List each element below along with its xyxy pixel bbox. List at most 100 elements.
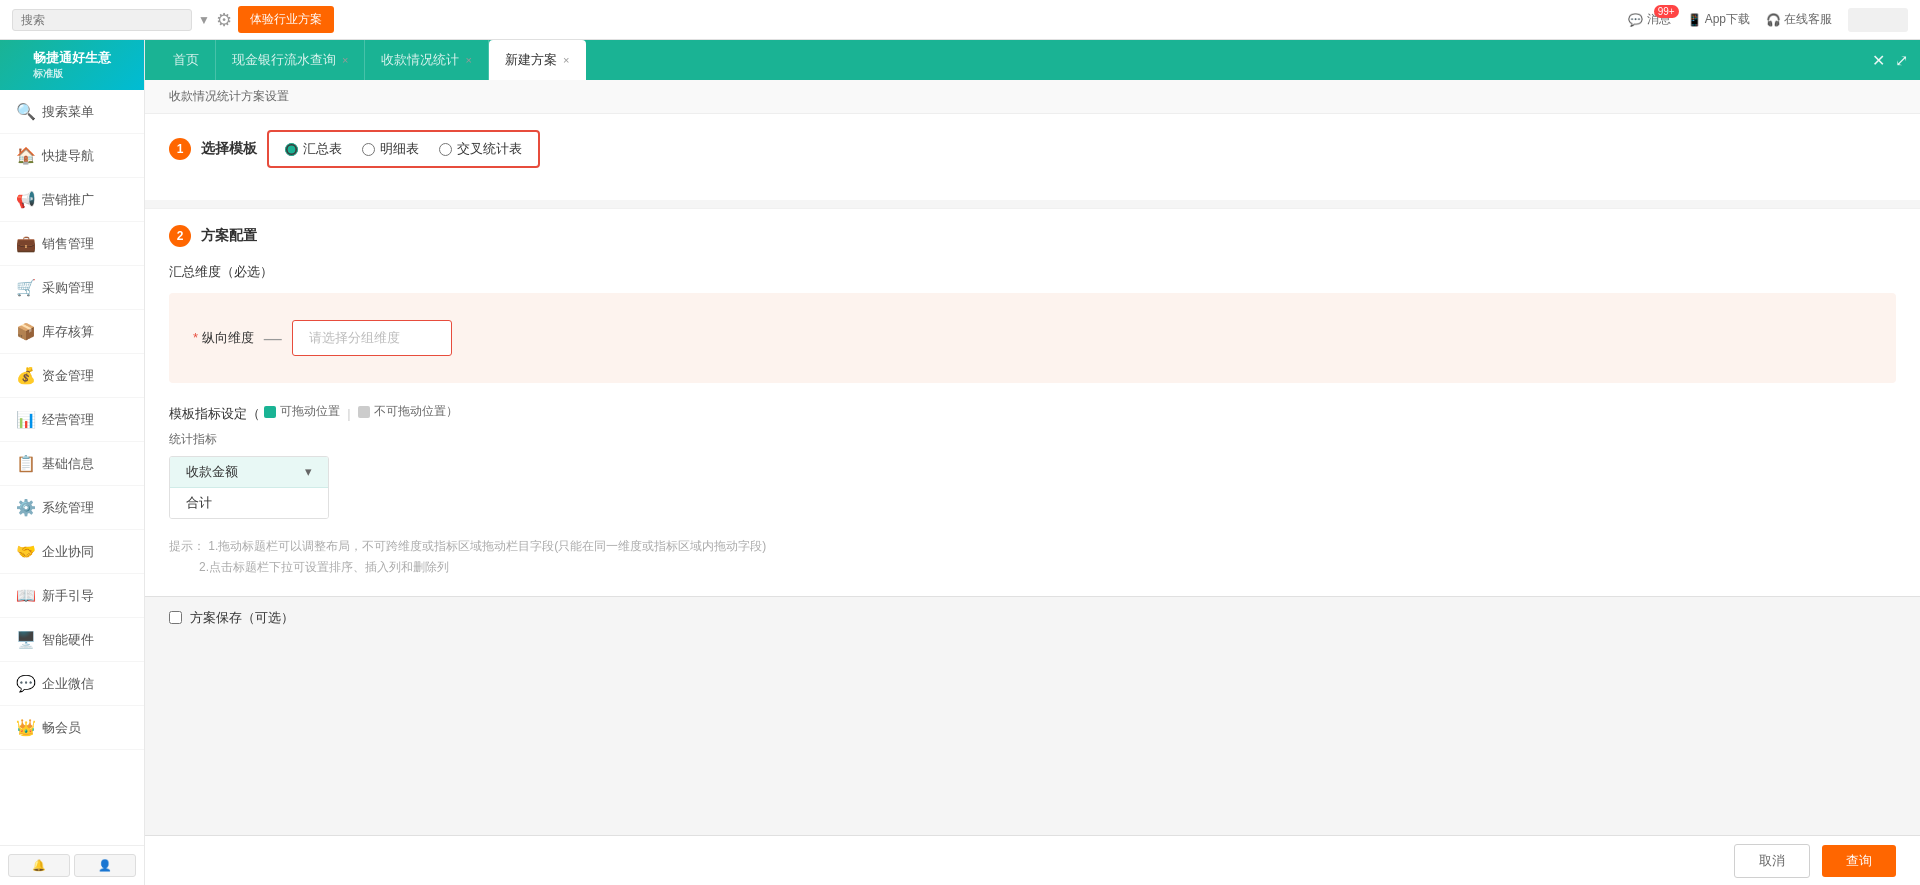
sidebar-item-marketing[interactable]: 📢 营销推广	[0, 178, 144, 222]
top-header: ▼ ⚙ 体验行业方案 💬 消息 99+ 📱 App下载 🎧 在线客服	[0, 0, 1920, 40]
radio-summary-input[interactable]	[285, 143, 298, 156]
tip1-text: 1.拖动标题栏可以调整布局，不可跨维度或指标区域拖动栏目字段(只能在同一维度或指…	[208, 539, 766, 553]
draggable-label: 可拖动位置	[280, 403, 340, 420]
step2-number: 2	[169, 225, 191, 247]
sidebar-item-enterprise[interactable]: 🤝 企业协同	[0, 530, 144, 574]
stats-dropdown-icon[interactable]: ▾	[305, 464, 312, 479]
enterprise-icon: 🤝	[16, 542, 34, 561]
sidebar-item-finance[interactable]: 💰 资金管理	[0, 354, 144, 398]
search-input[interactable]	[12, 9, 192, 31]
sidebar-item-wechat[interactable]: 💬 企业微信	[0, 662, 144, 706]
tip2: 2.点击标题栏下拉可设置排序、插入列和删除列	[169, 559, 1896, 576]
tab-new-plan-close[interactable]: ×	[563, 54, 569, 66]
query-button[interactable]: 查询	[1822, 845, 1896, 877]
purchase-icon: 🛒	[16, 278, 34, 297]
tip-prefix: 提示： 1.拖动标题栏可以调整布局，不可跨维度或指标区域拖动栏目字段(只能在同一…	[169, 538, 1896, 555]
sidebar-item-management[interactable]: 📊 经营管理	[0, 398, 144, 442]
app-download-link[interactable]: 📱 App下载	[1687, 11, 1750, 28]
tab-collection-stats[interactable]: 收款情况统计 ×	[365, 40, 488, 80]
dimension-select-placeholder: 请选择分组维度	[309, 330, 400, 345]
radio-cross-input[interactable]	[439, 143, 452, 156]
inventory-icon: 📦	[16, 322, 34, 341]
dimension-select[interactable]: 请选择分组维度	[292, 320, 452, 356]
sidebar-item-nav[interactable]: 🏠 快捷导航	[0, 134, 144, 178]
sidebar-label-finance: 资金管理	[42, 367, 94, 385]
sidebar-item-purchase[interactable]: 🛒 采购管理	[0, 266, 144, 310]
step1-number: 1	[169, 138, 191, 160]
radio-cross[interactable]: 交叉统计表	[439, 140, 522, 158]
sidebar-label-sales: 销售管理	[42, 235, 94, 253]
step2-title: 方案配置	[201, 227, 257, 245]
sidebar-item-search[interactable]: 🔍 搜索菜单	[0, 90, 144, 134]
draggable-badge: 可拖动位置	[264, 403, 340, 420]
wechat-icon: 💬	[16, 674, 34, 693]
home-icon: 🏠	[16, 146, 34, 165]
tip-prefix-label: 提示：	[169, 539, 205, 553]
tab-bank-flow-close[interactable]: ×	[342, 54, 348, 66]
management-icon: 📊	[16, 410, 34, 429]
dimension-required-star: * 纵向维度	[193, 329, 254, 347]
search-menu-icon: 🔍	[16, 102, 34, 121]
save-checkbox[interactable]	[169, 611, 182, 624]
sidebar-item-hardware[interactable]: 🖥️ 智能硬件	[0, 618, 144, 662]
sidebar-item-guide[interactable]: 📖 新手引导	[0, 574, 144, 618]
cancel-button[interactable]: 取消	[1734, 844, 1810, 878]
sidebar-item-basic-info[interactable]: 📋 基础信息	[0, 442, 144, 486]
radio-detail-label: 明细表	[380, 140, 419, 158]
sidebar-label-system: 系统管理	[42, 499, 94, 517]
notification-area[interactable]: 💬 消息 99+	[1628, 11, 1671, 28]
sidebar-item-inventory[interactable]: 📦 库存核算	[0, 310, 144, 354]
trial-button[interactable]: 体验行业方案	[238, 6, 334, 33]
radio-summary[interactable]: 汇总表	[285, 140, 342, 158]
tab-bank-flow-label: 现金银行流水查询	[232, 51, 336, 69]
search-dropdown-icon[interactable]: ▼	[198, 13, 210, 27]
stats-table: 收款金额 ▾ 合计	[169, 456, 329, 519]
tab-bar: 首页 现金银行流水查询 × 收款情况统计 × 新建方案 × ✕ ⤢	[145, 40, 1920, 80]
main-layout: 畅捷通好生意 标准版 🔍 搜索菜单 🏠 快捷导航 📢 营销推广 💼 销售管理 🛒…	[0, 40, 1920, 885]
step2-section: 2 方案配置 汇总维度（必选） * 纵向维度 — 请选择分组维度	[145, 208, 1920, 596]
online-support-link[interactable]: 🎧 在线客服	[1766, 11, 1832, 28]
sidebar-logo: 畅捷通好生意 标准版	[0, 40, 144, 90]
step1-section: 1 选择模板 汇总表 明细表 交叉统计表	[145, 114, 1920, 200]
vertical-dimension-label: 纵向维度	[202, 330, 254, 345]
settings-icon[interactable]: ⚙	[216, 9, 232, 31]
sidebar-label-wechat: 企业微信	[42, 675, 94, 693]
tab-bank-flow[interactable]: 现金银行流水查询 ×	[216, 40, 365, 80]
member-icon: 👑	[16, 718, 34, 737]
divider1	[145, 200, 1920, 208]
header-right: 💬 消息 99+ 📱 App下载 🎧 在线客服	[1628, 8, 1908, 32]
stats-header-text: 收款金额	[186, 463, 238, 481]
tab-home[interactable]: 首页	[157, 40, 216, 80]
system-icon: ⚙️	[16, 498, 34, 517]
sidebar-label-nav: 快捷导航	[42, 147, 94, 165]
stats-label: 统计指标	[169, 431, 1896, 448]
close-all-icon[interactable]: ✕	[1872, 51, 1885, 70]
radio-detail-input[interactable]	[362, 143, 375, 156]
tab-collection-close[interactable]: ×	[465, 54, 471, 66]
stats-header[interactable]: 收款金额 ▾	[170, 457, 328, 488]
message-icon: 💬	[1628, 13, 1643, 27]
sidebar-item-member[interactable]: 👑 畅会员	[0, 706, 144, 750]
user-avatar[interactable]	[1848, 8, 1908, 32]
sidebar-btn-2[interactable]: 👤	[74, 854, 136, 877]
sidebar-item-system[interactable]: ⚙️ 系统管理	[0, 486, 144, 530]
maximize-icon[interactable]: ⤢	[1895, 51, 1908, 70]
stats-total-label: 合计	[186, 495, 212, 510]
breadcrumb: 收款情况统计方案设置	[145, 80, 1920, 114]
save-checkbox-label[interactable]: 方案保存（可选）	[190, 609, 294, 627]
sidebar-label-member: 畅会员	[42, 719, 81, 737]
sidebar-item-sales[interactable]: 💼 销售管理	[0, 222, 144, 266]
dimension-subsection-title: 汇总维度（必选）	[169, 263, 1896, 281]
basic-info-icon: 📋	[16, 454, 34, 473]
marketing-icon: 📢	[16, 190, 34, 209]
radio-detail[interactable]: 明细表	[362, 140, 419, 158]
sidebar-footer: 🔔 👤	[0, 845, 144, 885]
tab-new-plan[interactable]: 新建方案 ×	[489, 40, 586, 80]
support-icon: 🎧	[1766, 13, 1781, 27]
download-icon: 📱	[1687, 13, 1702, 27]
sidebar-label-hardware: 智能硬件	[42, 631, 94, 649]
sidebar-btn-1[interactable]: 🔔	[8, 854, 70, 877]
sidebar-label-basic-info: 基础信息	[42, 455, 94, 473]
stats-row-total: 合计	[170, 488, 328, 518]
sidebar-label-enterprise: 企业协同	[42, 543, 94, 561]
